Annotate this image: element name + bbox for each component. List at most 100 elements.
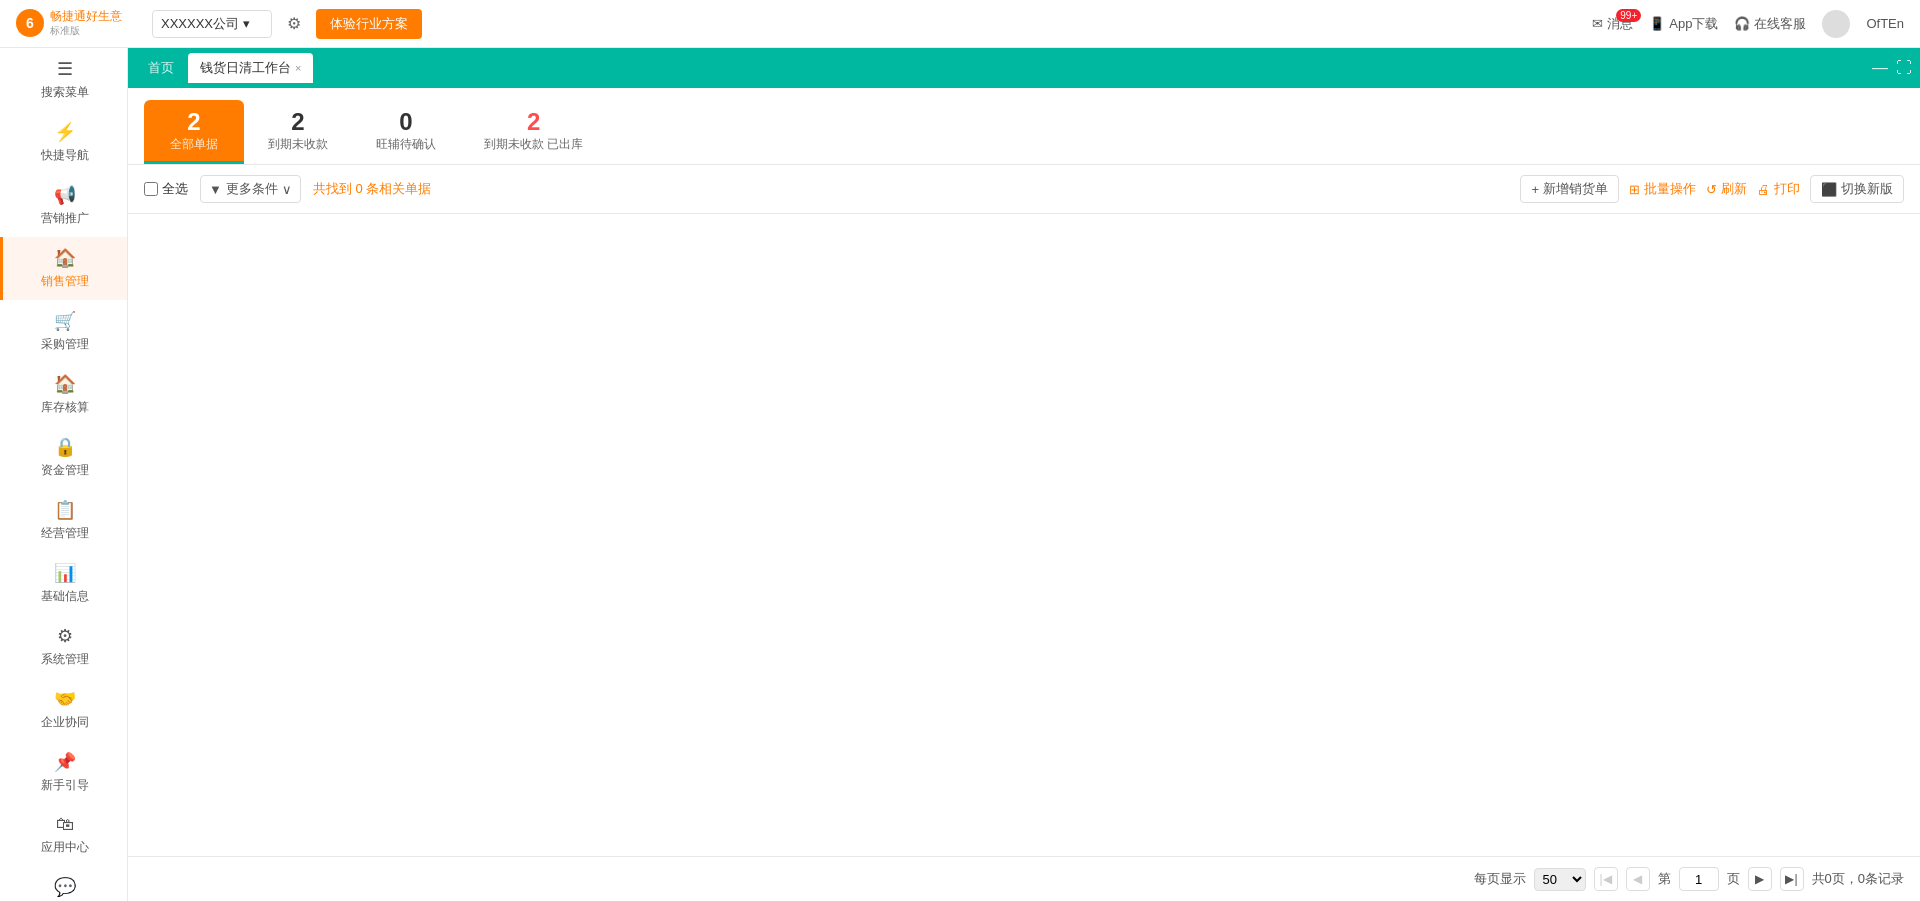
sidebar-item-enterprise[interactable]: 🤝 企业协同 [0,678,127,741]
page-label: 第 [1658,870,1671,888]
sidebar-item-sales[interactable]: 🏠 销售管理 [0,237,127,300]
chevron-down-icon: ∨ [282,182,292,197]
sidebar-item-app-center[interactable]: 🛍 应用中心 [0,804,127,866]
company-name: XXXXXX公司 [161,15,239,33]
dropdown-icon: ▾ [243,16,250,31]
sidebar-item-label: 系统管理 [41,651,89,668]
print-label: 打印 [1774,180,1800,198]
stat-num-overdue: 2 [291,108,304,136]
stats-tabs: 2 全部单据 2 到期未收款 0 旺辅待确认 2 到期未收款 已出库 [128,88,1920,165]
gear-icon: ⚙ [287,14,301,33]
sidebar-item-label: 快捷导航 [41,147,89,164]
app-download-button[interactable]: 📱 App下载 [1649,15,1718,33]
tab-close-icon[interactable]: × [295,62,301,74]
sidebar-item-inventory[interactable]: 🏠 库存核算 [0,363,127,426]
purchase-icon: 🛒 [54,310,76,332]
stat-label-all: 全部单据 [170,136,218,153]
sidebar-item-label: 库存核算 [41,399,89,416]
content-area: 2 全部单据 2 到期未收款 0 旺辅待确认 2 到期未收款 已出库 [128,88,1920,901]
last-page-button[interactable]: ▶| [1780,867,1804,891]
top-header: 6 畅捷通好生意 标准版 XXXXXX公司 ▾ ⚙ 体验行业方案 ✉ 消息 99… [0,0,1920,48]
sidebar-item-wechat[interactable]: 💬 企业微信 [0,866,127,901]
found-number: 0 [356,181,363,196]
message-button[interactable]: ✉ 消息 99+ [1592,15,1633,33]
switch-new-version-button[interactable]: ⬛ 切换新版 [1810,175,1904,203]
sidebar-item-system[interactable]: ⚙ 系统管理 [0,615,127,678]
stat-num-overdue-shipped: 2 [527,108,540,136]
switch-icon: ⬛ [1821,182,1837,197]
select-all-checkbox[interactable]: 全选 [144,180,188,198]
stat-tab-overdue-unpaid[interactable]: 2 到期未收款 [244,100,352,164]
stat-tab-overdue-shipped[interactable]: 2 到期未收款 已出库 [460,100,607,164]
sidebar-item-operation[interactable]: 📋 经营管理 [0,489,127,552]
service-icon: 🎧 [1734,16,1750,31]
next-page-button[interactable]: ▶ [1748,867,1772,891]
per-page-label: 每页显示 [1474,870,1526,888]
stat-tab-all[interactable]: 2 全部单据 [144,100,244,164]
user-name[interactable]: OfTEn [1866,16,1904,31]
maximize-button[interactable]: ⛶ [1896,59,1912,77]
sidebar-item-label: 新手引导 [41,777,89,794]
minimize-button[interactable]: — [1872,59,1888,77]
table-area [128,214,1920,856]
more-conditions-button[interactable]: ▼ 更多条件 ∨ [200,175,301,203]
batch-op-button[interactable]: ⊞ 批量操作 [1629,180,1696,198]
experience-button[interactable]: 体验行业方案 [316,9,422,39]
prev-page-button[interactable]: ◀ [1626,867,1650,891]
online-service-button[interactable]: 🎧 在线客服 [1734,15,1806,33]
page-size-select[interactable]: 20 50 100 [1534,868,1586,891]
search-icon: ☰ [57,58,73,80]
avatar[interactable] [1822,10,1850,38]
sidebar-item-capital[interactable]: 🔒 资金管理 [0,426,127,489]
sales-icon: 🏠 [54,247,76,269]
inventory-icon: 🏠 [54,373,76,395]
print-icon: 🖨 [1757,182,1770,197]
sidebar-item-marketing[interactable]: 📢 营销推广 [0,174,127,237]
tab-cashflow[interactable]: 钱货日清工作台 × [188,53,313,83]
app-version: 标准版 [50,24,122,38]
guide-icon: 📌 [54,751,76,773]
sidebar-item-label: 资金管理 [41,462,89,479]
new-sale-button[interactable]: + 新增销货单 [1520,175,1619,203]
app-download-label: App下载 [1669,15,1718,33]
tab-label: 首页 [148,59,174,77]
sidebar-item-label: 基础信息 [41,588,89,605]
pagination: 每页显示 20 50 100 |◀ ◀ 第 页 ▶ ▶| 共0页，0条记录 [128,856,1920,901]
refresh-button[interactable]: ↺ 刷新 [1706,180,1747,198]
refresh-label: 刷新 [1721,180,1747,198]
main-content: 首页 钱货日清工作台 × — ⛶ 2 全部单据 2 到期未收款 [128,48,1920,901]
plus-icon: + [1531,182,1539,197]
company-selector[interactable]: XXXXXX公司 ▾ [152,10,272,38]
page-input[interactable] [1679,867,1719,891]
batch-op-label: 批量操作 [1644,180,1696,198]
tab-bar: 首页 钱货日清工作台 × — ⛶ [128,48,1920,88]
select-all-input[interactable] [144,182,158,196]
new-sale-label: 新增销货单 [1543,180,1608,198]
online-service-label: 在线客服 [1754,15,1806,33]
select-all-label: 全选 [162,180,188,198]
print-button[interactable]: 🖨 打印 [1757,180,1800,198]
settings-button[interactable]: ⚙ [280,10,308,38]
main-layout: ☰ 搜索菜单 ⚡ 快捷导航 📢 营销推广 🏠 销售管理 🛒 采购管理 🏠 库存核… [0,48,1920,901]
sidebar-item-guide[interactable]: 📌 新手引导 [0,741,127,804]
download-icon: 📱 [1649,16,1665,31]
stat-label-overdue: 到期未收款 [268,136,328,153]
header-right: ✉ 消息 99+ 📱 App下载 🎧 在线客服 OfTEn [1592,10,1904,38]
app-center-icon: 🛍 [56,814,74,835]
filter-bar: 全选 ▼ 更多条件 ∨ 共找到 0 条相关单据 + 新增销货单 [128,165,1920,214]
message-icon: ✉ [1592,16,1603,31]
found-prefix: 共找到 [313,181,352,196]
found-count: 共找到 0 条相关单据 [313,180,431,198]
sidebar-item-basic[interactable]: 📊 基础信息 [0,552,127,615]
first-page-button[interactable]: |◀ [1594,867,1618,891]
sidebar-item-purchase[interactable]: 🛒 采购管理 [0,300,127,363]
sidebar-item-label: 搜索菜单 [41,84,89,101]
stat-tab-pending[interactable]: 0 旺辅待确认 [352,100,460,164]
sidebar-item-search[interactable]: ☰ 搜索菜单 [0,48,127,111]
filter-bar-right: + 新增销货单 ⊞ 批量操作 ↺ 刷新 🖨 打印 [1520,175,1904,203]
sidebar-item-label: 营销推广 [41,210,89,227]
basic-icon: 📊 [54,562,76,584]
tab-home[interactable]: 首页 [136,53,186,83]
stat-num-all: 2 [187,108,200,136]
sidebar-item-quick-nav[interactable]: ⚡ 快捷导航 [0,111,127,174]
